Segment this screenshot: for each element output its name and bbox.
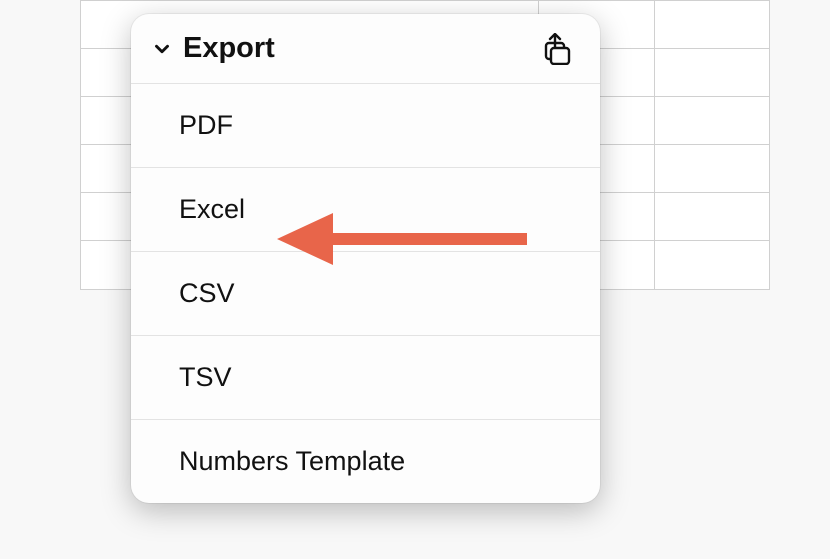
export-header[interactable]: Export [131,14,600,84]
export-item-label: PDF [179,110,233,140]
export-title: Export [183,32,542,65]
share-icon[interactable] [542,33,574,65]
export-item-label: TSV [179,362,232,392]
export-item-pdf[interactable]: PDF [131,84,600,168]
export-item-label: Numbers Template [179,446,405,476]
export-item-numbers-template[interactable]: Numbers Template [131,420,600,503]
export-item-csv[interactable]: CSV [131,252,600,336]
chevron-down-icon [149,36,175,62]
export-popup: Export PDF Excel CSV TSV Numbers Templat… [131,14,600,503]
export-item-label: Excel [179,194,245,224]
export-item-label: CSV [179,278,235,308]
export-item-tsv[interactable]: TSV [131,336,600,420]
export-item-excel[interactable]: Excel [131,168,600,252]
